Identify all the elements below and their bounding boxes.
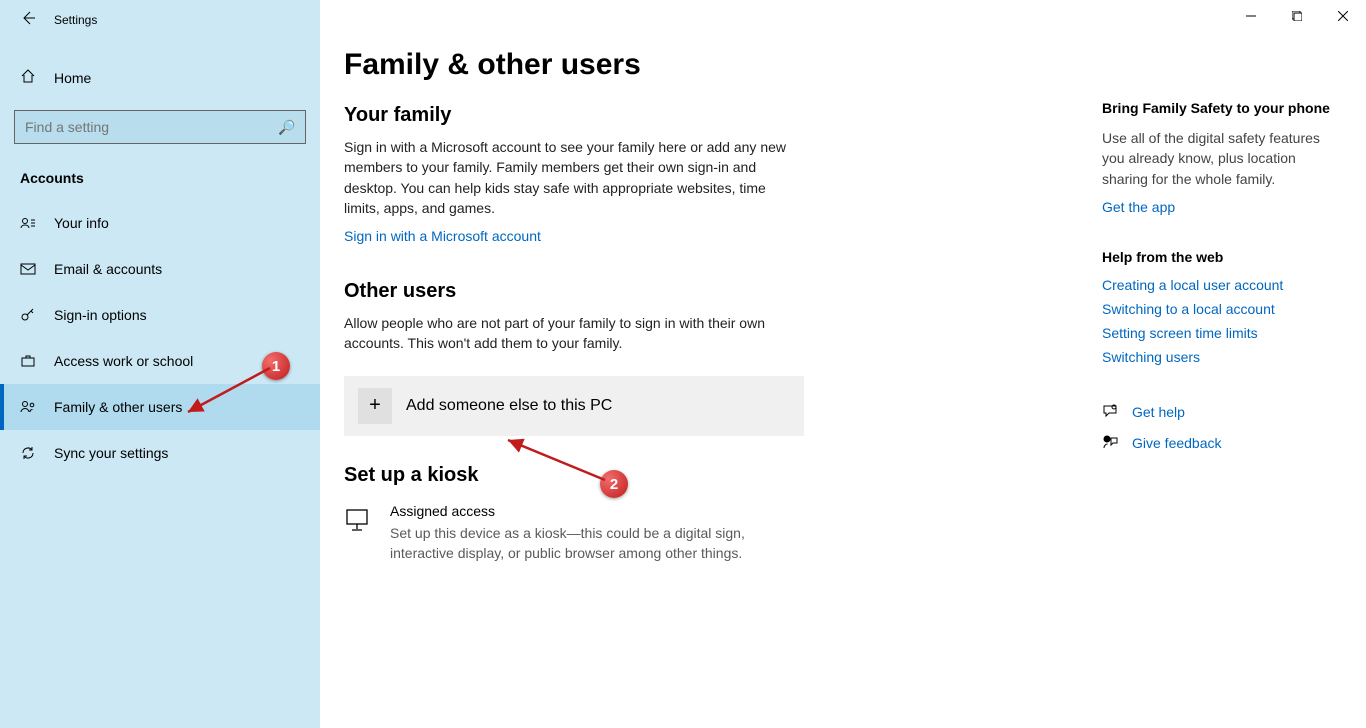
sidebar-item-label: Email & accounts	[54, 261, 162, 277]
sidebar-item-label: Sync your settings	[54, 445, 168, 461]
feedback-row[interactable]: Give feedback	[1102, 434, 1342, 453]
person-card-icon	[20, 215, 38, 231]
assigned-title: Assigned access	[390, 503, 750, 519]
family-description: Sign in with a Microsoft account to see …	[344, 137, 792, 218]
home-icon	[20, 68, 38, 89]
window-title: Settings	[54, 13, 97, 27]
feedback-link[interactable]: Give feedback	[1132, 435, 1222, 451]
window-controls	[1228, 0, 1366, 32]
assigned-description: Set up this device as a kiosk—this could…	[390, 523, 750, 564]
maximize-button[interactable]	[1274, 0, 1320, 32]
plus-icon: +	[358, 388, 392, 424]
help-link[interactable]: Switching to a local account	[1102, 301, 1342, 317]
assigned-access-row[interactable]: Assigned access Set up this device as a …	[344, 503, 1044, 564]
close-button[interactable]	[1320, 0, 1366, 32]
back-icon[interactable]	[20, 10, 36, 31]
sidebar-category: Accounts	[20, 170, 320, 186]
safety-description: Use all of the digital safety features y…	[1102, 128, 1342, 189]
sidebar-item-label: Access work or school	[54, 353, 193, 369]
sidebar-item-label: Sign-in options	[54, 307, 147, 323]
sidebar-item-label: Your info	[54, 215, 109, 231]
search-box[interactable]: 🔍	[14, 110, 306, 144]
page-title: Family & other users	[344, 48, 1044, 82]
other-users-heading: Other users	[344, 280, 1044, 303]
help-link[interactable]: Setting screen time limits	[1102, 325, 1342, 341]
kiosk-icon	[344, 503, 372, 564]
mail-icon	[20, 261, 38, 277]
help-heading: Help from the web	[1102, 249, 1342, 265]
signin-link[interactable]: Sign in with a Microsoft account	[344, 228, 541, 244]
minimize-button[interactable]	[1228, 0, 1274, 32]
annotation-badge-2: 2	[600, 470, 628, 498]
other-users-description: Allow people who are not part of your fa…	[344, 313, 792, 354]
get-app-link[interactable]: Get the app	[1102, 199, 1342, 215]
titlebar: Settings	[0, 0, 320, 40]
annotation-badge-1: 1	[262, 352, 290, 380]
sidebar-item-email[interactable]: Email & accounts	[0, 246, 320, 292]
key-icon	[20, 307, 38, 323]
sidebar-item-sync[interactable]: Sync your settings	[0, 430, 320, 476]
right-panel: Bring Family Safety to your phone Use al…	[1102, 100, 1342, 465]
feedback-icon	[1102, 434, 1118, 453]
get-help-row[interactable]: Get help	[1102, 403, 1342, 422]
people-icon	[20, 399, 38, 415]
kiosk-heading: Set up a kiosk	[344, 464, 1044, 487]
sidebar-item-family[interactable]: Family & other users	[0, 384, 320, 430]
help-link[interactable]: Creating a local user account	[1102, 277, 1342, 293]
add-user-label: Add someone else to this PC	[406, 397, 612, 415]
get-help-link[interactable]: Get help	[1132, 404, 1185, 420]
sidebar-item-signin[interactable]: Sign-in options	[0, 292, 320, 338]
add-user-button[interactable]: + Add someone else to this PC	[344, 376, 804, 436]
search-icon: 🔍	[278, 119, 295, 136]
safety-heading: Bring Family Safety to your phone	[1102, 100, 1342, 116]
help-link[interactable]: Switching users	[1102, 349, 1342, 365]
search-input[interactable]	[25, 119, 278, 135]
sidebar-item-your-info[interactable]: Your info	[0, 200, 320, 246]
nav-home[interactable]: Home	[0, 58, 320, 98]
family-heading: Your family	[344, 104, 1044, 127]
briefcase-icon	[20, 353, 38, 369]
chat-icon	[1102, 403, 1118, 422]
sidebar-item-label: Family & other users	[54, 399, 182, 415]
sync-icon	[20, 445, 38, 461]
main-content: Family & other users Your family Sign in…	[344, 48, 1044, 563]
nav-home-label: Home	[54, 70, 91, 86]
